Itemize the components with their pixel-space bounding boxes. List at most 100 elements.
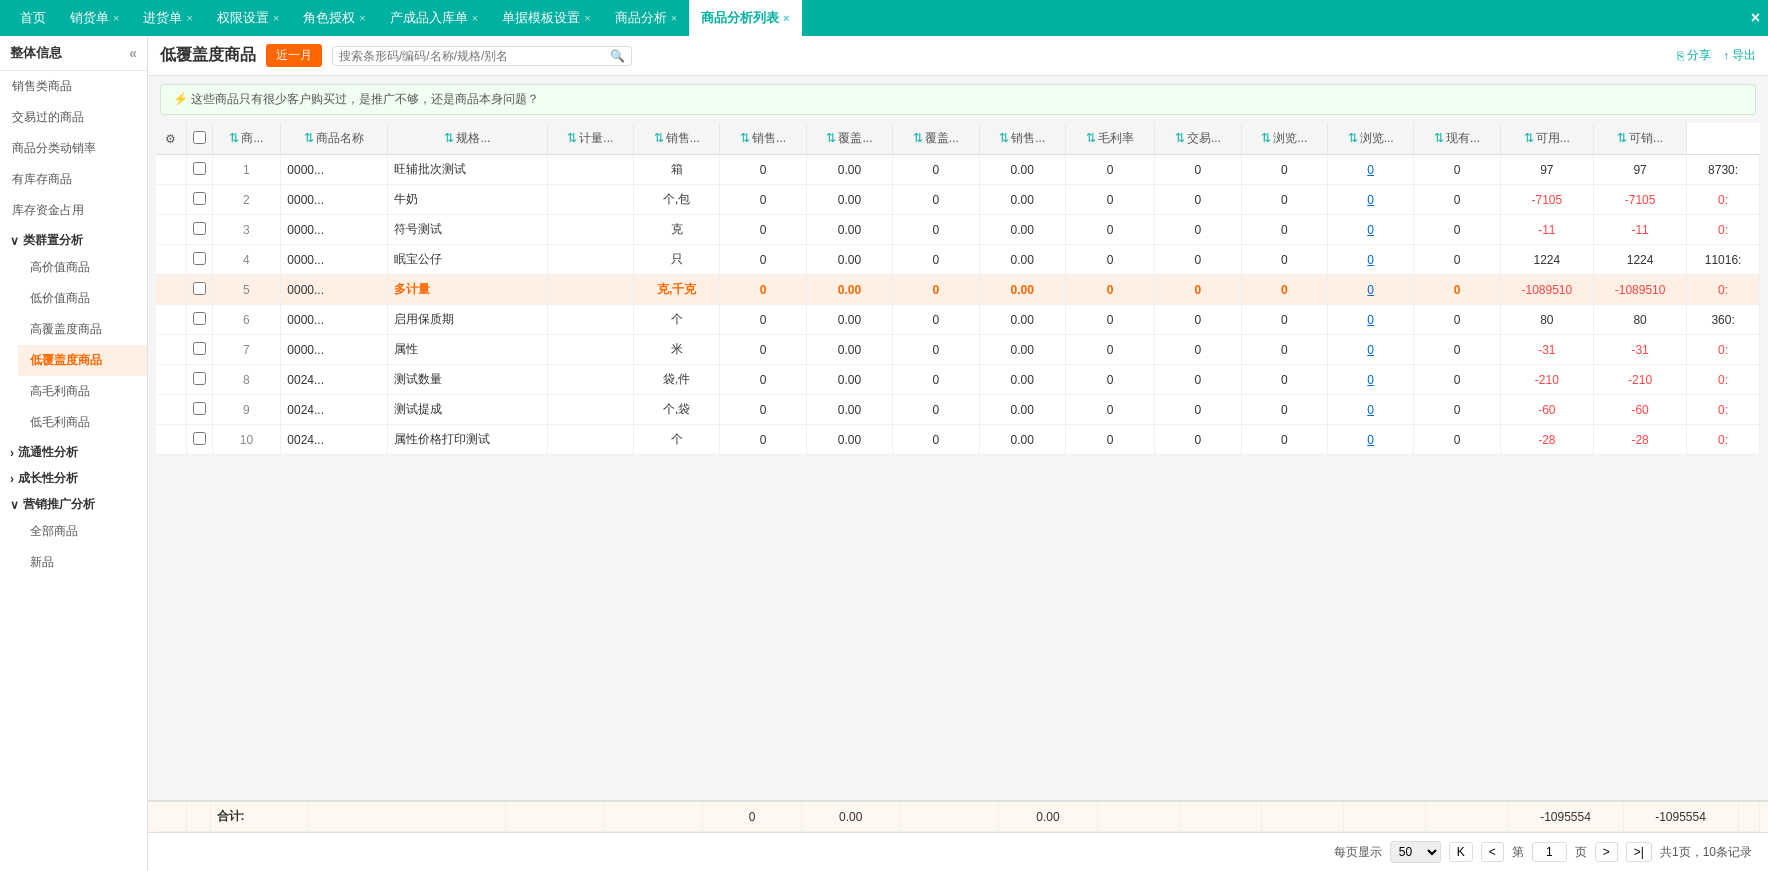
browse1-link[interactable]: 0 — [1367, 343, 1374, 357]
search-input[interactable] — [339, 49, 610, 63]
cell-browse1[interactable]: 0 — [1327, 185, 1413, 215]
cell-checkbox[interactable] — [186, 185, 212, 215]
col-code[interactable]: ⇅商... — [212, 123, 281, 155]
close-sales-tab[interactable]: × — [113, 12, 119, 24]
browse1-link[interactable]: 0 — [1367, 253, 1374, 267]
share-button[interactable]: ⎘ 分享 — [1677, 47, 1711, 64]
sidebar-item-low-value[interactable]: 低价值商品 — [18, 283, 147, 314]
nav-tab-templates[interactable]: 单据模板设置 × — [490, 0, 602, 36]
sidebar-item-category-turnover[interactable]: 商品分类动销率 — [0, 133, 147, 164]
browse1-link[interactable]: 0 — [1367, 163, 1374, 177]
sidebar-item-all-products[interactable]: 全部商品 — [18, 516, 147, 547]
cell-checkbox[interactable] — [186, 365, 212, 395]
col-sales-sub[interactable]: ⇅销售... — [979, 123, 1065, 155]
cell-browse1[interactable]: 0 — [1327, 365, 1413, 395]
close-roles-tab[interactable]: × — [359, 12, 365, 24]
col-name[interactable]: ⇅商品名称 — [281, 123, 388, 155]
col-settings[interactable]: ⚙ — [156, 123, 186, 155]
nav-tab-permissions[interactable]: 权限设置 × — [205, 0, 291, 36]
row-checkbox[interactable] — [193, 282, 206, 295]
col-sellable[interactable]: ⇅可销... — [1593, 123, 1686, 155]
sidebar-item-stock-capital[interactable]: 库存资金占用 — [0, 195, 147, 226]
cell-checkbox[interactable] — [186, 275, 212, 305]
sidebar-item-low-coverage[interactable]: 低覆盖度商品 — [18, 345, 147, 376]
close-purchase-tab[interactable]: × — [186, 12, 192, 24]
nav-tab-analysis[interactable]: 商品分析 × — [603, 0, 689, 36]
first-page-button[interactable]: K — [1449, 842, 1473, 862]
close-products-tab[interactable]: × — [472, 12, 478, 24]
cell-browse1[interactable]: 0 — [1327, 305, 1413, 335]
cell-checkbox[interactable] — [186, 215, 212, 245]
cell-browse1[interactable]: 0 — [1327, 215, 1413, 245]
nav-tab-purchase[interactable]: 进货单 × — [131, 0, 204, 36]
col-browse1[interactable]: ⇅浏览... — [1241, 123, 1327, 155]
nav-tab-home[interactable]: 首页 — [8, 0, 58, 36]
row-checkbox[interactable] — [193, 252, 206, 265]
sidebar-item-high-value[interactable]: 高价值商品 — [18, 252, 147, 283]
close-all-button[interactable]: × — [1751, 9, 1760, 27]
browse1-link[interactable]: 0 — [1367, 193, 1374, 207]
nav-tab-roles[interactable]: 角色授权 × — [291, 0, 377, 36]
cell-checkbox[interactable] — [186, 425, 212, 455]
browse1-link[interactable]: 0 — [1367, 283, 1374, 297]
cell-checkbox[interactable] — [186, 305, 212, 335]
next-page-button[interactable]: > — [1595, 842, 1618, 862]
browse1-link[interactable]: 0 — [1367, 433, 1374, 447]
row-checkbox[interactable] — [193, 402, 206, 415]
cell-browse1[interactable]: 0 — [1327, 425, 1413, 455]
cell-checkbox[interactable] — [186, 335, 212, 365]
cell-checkbox[interactable] — [186, 245, 212, 275]
cell-browse1[interactable]: 0 — [1327, 275, 1413, 305]
cell-browse1[interactable]: 0 — [1327, 245, 1413, 275]
browse1-link[interactable]: 0 — [1367, 373, 1374, 387]
period-button[interactable]: 近一月 — [266, 44, 322, 67]
col-coverage1[interactable]: ⇅覆盖... — [806, 123, 892, 155]
sidebar-section-liquidity[interactable]: › 流通性分析 — [0, 438, 147, 464]
search-box[interactable]: 🔍 — [332, 46, 632, 66]
row-checkbox[interactable] — [193, 342, 206, 355]
browse1-link[interactable]: 0 — [1367, 223, 1374, 237]
col-current-stock[interactable]: ⇅现有... — [1414, 123, 1500, 155]
row-checkbox[interactable] — [193, 312, 206, 325]
browse1-link[interactable]: 0 — [1367, 403, 1374, 417]
page-number-input[interactable] — [1532, 842, 1567, 862]
cell-checkbox[interactable] — [186, 395, 212, 425]
select-all-checkbox[interactable] — [193, 131, 206, 144]
cell-browse1[interactable]: 0 — [1327, 155, 1413, 185]
row-checkbox[interactable] — [193, 222, 206, 235]
close-permissions-tab[interactable]: × — [273, 12, 279, 24]
per-page-select[interactable]: 50 20 100 200 — [1390, 841, 1441, 863]
cell-browse1[interactable]: 0 — [1327, 335, 1413, 365]
nav-tab-sales[interactable]: 销货单 × — [58, 0, 131, 36]
col-checkbox-all[interactable] — [186, 123, 212, 155]
col-gross-margin[interactable]: ⇅毛利率 — [1065, 123, 1154, 155]
cell-browse1[interactable]: 0 — [1327, 395, 1413, 425]
row-checkbox[interactable] — [193, 372, 206, 385]
col-unit[interactable]: ⇅计量... — [547, 123, 633, 155]
sidebar-section-growth[interactable]: › 成长性分析 — [0, 464, 147, 490]
nav-tab-analysis-list[interactable]: 商品分析列表 × — [689, 0, 801, 36]
sidebar-item-high-margin[interactable]: 高毛利商品 — [18, 376, 147, 407]
nav-tab-products[interactable]: 产成品入库单 × — [378, 0, 490, 36]
close-analysis-tab[interactable]: × — [671, 12, 677, 24]
sidebar-item-low-margin[interactable]: 低毛利商品 — [18, 407, 147, 438]
col-sales-amount[interactable]: ⇅销售... — [720, 123, 806, 155]
col-sales-qty[interactable]: ⇅销售... — [634, 123, 720, 155]
sidebar-item-stocked-products[interactable]: 有库存商品 — [0, 164, 147, 195]
cell-checkbox[interactable] — [186, 155, 212, 185]
col-available-stock[interactable]: ⇅可用... — [1500, 123, 1593, 155]
browse1-link[interactable]: 0 — [1367, 313, 1374, 327]
row-checkbox[interactable] — [193, 162, 206, 175]
sidebar-item-new-products[interactable]: 新品 — [18, 547, 147, 578]
col-browse2[interactable]: ⇅浏览... — [1327, 123, 1413, 155]
sidebar-item-high-coverage[interactable]: 高覆盖度商品 — [18, 314, 147, 345]
sidebar-item-sales-products[interactable]: 销售类商品 — [0, 71, 147, 102]
col-trade[interactable]: ⇅交易... — [1155, 123, 1241, 155]
col-coverage2[interactable]: ⇅覆盖... — [893, 123, 979, 155]
row-checkbox[interactable] — [193, 432, 206, 445]
col-spec[interactable]: ⇅规格... — [388, 123, 548, 155]
close-templates-tab[interactable]: × — [584, 12, 590, 24]
close-analysis-list-tab[interactable]: × — [783, 12, 789, 24]
export-button[interactable]: ↑ 导出 — [1723, 47, 1756, 64]
sidebar-collapse-button[interactable]: « — [129, 45, 137, 61]
